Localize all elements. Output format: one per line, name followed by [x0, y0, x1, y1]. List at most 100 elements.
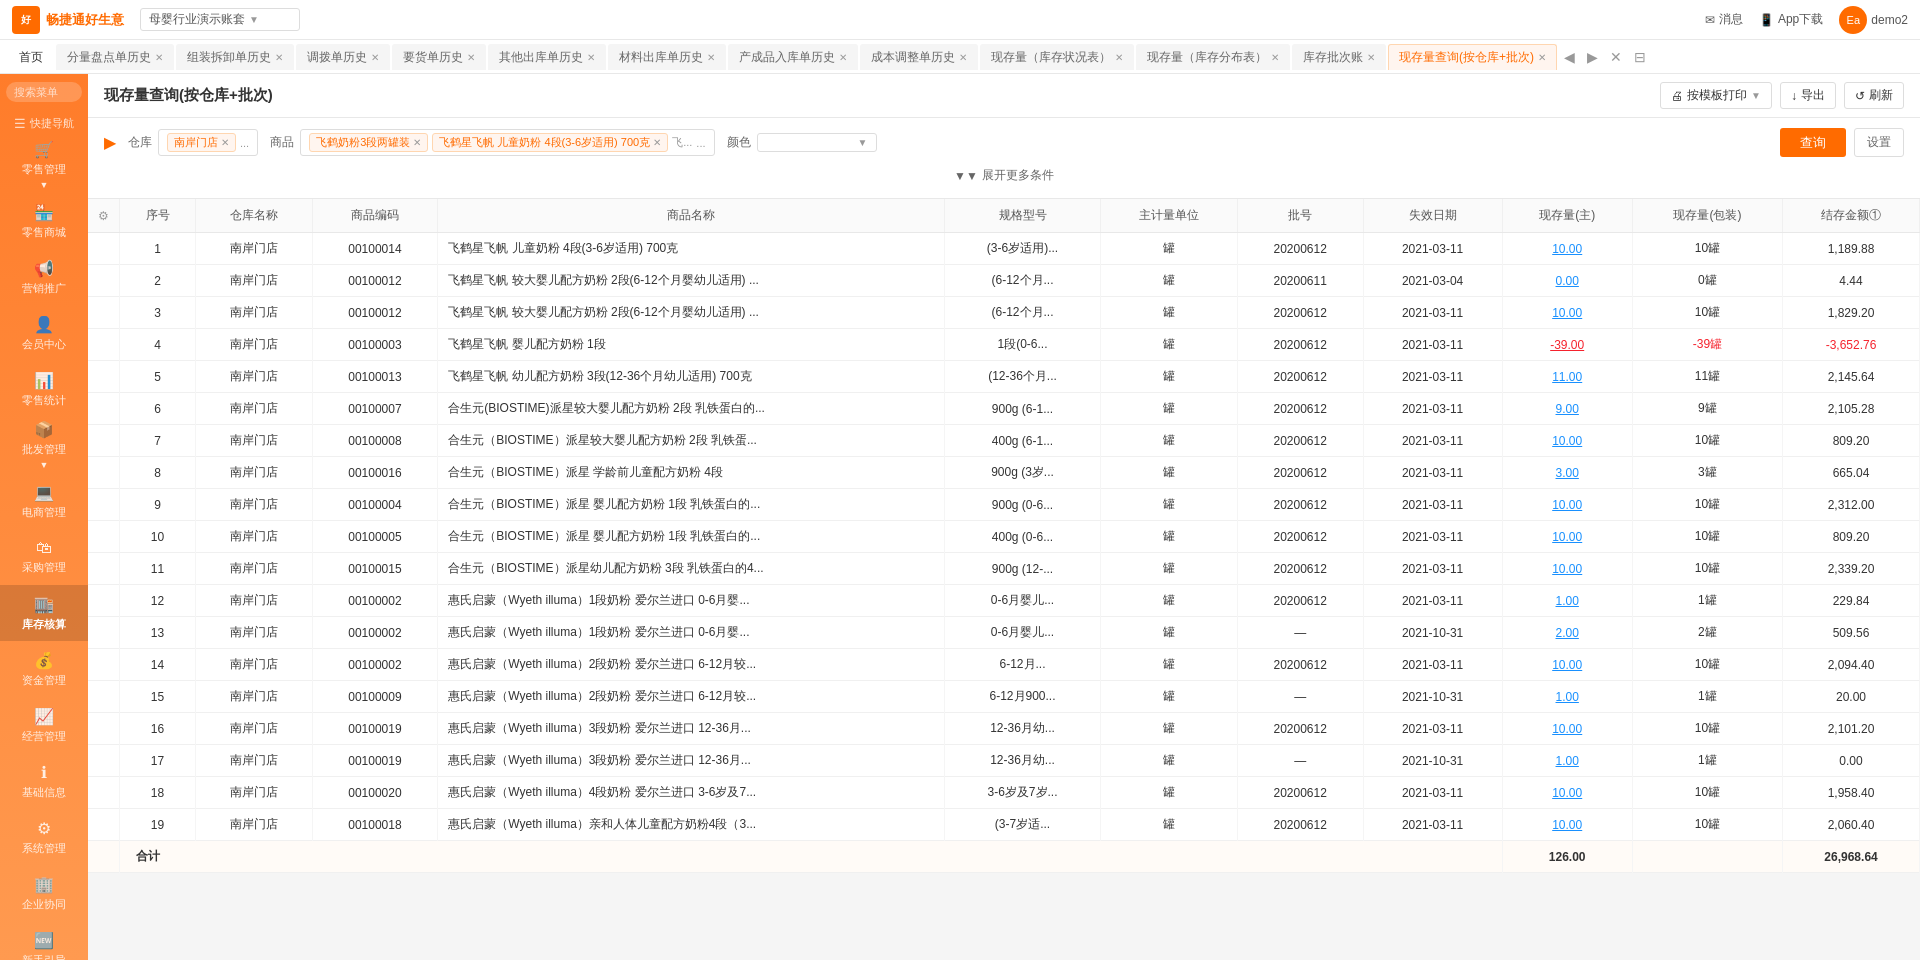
- cell-warehouse: 南岸门店: [196, 745, 313, 777]
- sidebar-item-ecommerce[interactable]: 💻 电商管理: [0, 473, 88, 529]
- export-btn[interactable]: ↓ 导出: [1780, 82, 1836, 109]
- cell-stock-main[interactable]: 10.00: [1502, 553, 1632, 585]
- cell-batch-no: —: [1237, 681, 1363, 713]
- tab-close-transfer[interactable]: ✕: [371, 52, 379, 63]
- sidebar-item-member-center[interactable]: 👤 会员中心: [0, 305, 88, 361]
- tab-split-inventory[interactable]: 分量盘点单历史 ✕: [56, 44, 174, 70]
- cell-stock-main[interactable]: 10.00: [1502, 425, 1632, 457]
- set-button[interactable]: 设置: [1854, 128, 1904, 157]
- cell-spec-type: 900g (12-...: [945, 553, 1101, 585]
- tab-close-material-out[interactable]: ✕: [707, 52, 715, 63]
- tab-close-require[interactable]: ✕: [467, 52, 475, 63]
- sidebar-item-marketing[interactable]: 📢 营销推广: [0, 249, 88, 305]
- tab-other-out[interactable]: 其他出库单历史 ✕: [488, 44, 606, 70]
- tab-disassembly[interactable]: 组装拆卸单历史 ✕: [176, 44, 294, 70]
- table-scroll[interactable]: ⚙ 序号 仓库名称 商品编码 商品名称 规格型号 主计量单位 批号 失效日期 现…: [88, 199, 1920, 960]
- quick-nav-btn[interactable]: ☰ 快捷导航: [0, 110, 88, 137]
- sidebar-item-inventory[interactable]: 🏬 库存核算: [0, 585, 88, 641]
- tab-prev-btn[interactable]: ◀: [1559, 47, 1580, 67]
- col-product-name: 商品名称: [438, 199, 945, 233]
- tab-menu-btn[interactable]: ⊟: [1629, 47, 1651, 67]
- warehouse-tag-close[interactable]: ✕: [221, 137, 229, 148]
- tab-transfer[interactable]: 调拨单历史 ✕: [296, 44, 390, 70]
- summary-settings: [88, 841, 120, 873]
- sidebar-item-purchase-mgmt[interactable]: 🛍 采购管理: [0, 529, 88, 585]
- cell-stock-main[interactable]: 10.00: [1502, 233, 1632, 265]
- sidebar-item-wholesale-mgmt[interactable]: 📦 批发管理 ▼: [0, 417, 88, 473]
- table-row: 7 南岸门店 00100008 合生元（BIOSTIME）派星较大婴儿配方奶粉 …: [88, 425, 1920, 457]
- cell-warehouse: 南岸门店: [196, 521, 313, 553]
- cell-stock-main[interactable]: 10.00: [1502, 521, 1632, 553]
- user-avatar[interactable]: Ea demo2: [1839, 6, 1908, 34]
- cell-stock-main[interactable]: 10.00: [1502, 297, 1632, 329]
- sidebar-item-finance[interactable]: 💰 资金管理: [0, 641, 88, 697]
- tab-home[interactable]: 首页: [8, 44, 54, 70]
- sidebar-item-operations[interactable]: 📈 经营管理: [0, 697, 88, 753]
- tab-close-batch[interactable]: ✕: [1367, 52, 1375, 63]
- message-btn[interactable]: ✉ 消息: [1705, 11, 1743, 28]
- sidebar-item-enterprise[interactable]: 🏢 企业协同: [0, 865, 88, 921]
- cell-stock-main[interactable]: 1.00: [1502, 585, 1632, 617]
- query-button[interactable]: 查询: [1780, 128, 1846, 157]
- cell-batch-no: 20200612: [1237, 425, 1363, 457]
- tab-close-other-out[interactable]: ✕: [587, 52, 595, 63]
- sidebar-item-basic-info[interactable]: ℹ 基础信息: [0, 753, 88, 809]
- app-download-btn[interactable]: 📱 App下载: [1759, 11, 1823, 28]
- tab-close-cost-adjust[interactable]: ✕: [959, 52, 967, 63]
- cell-stock-main[interactable]: 1.00: [1502, 681, 1632, 713]
- refresh-btn[interactable]: ↺ 刷新: [1844, 82, 1904, 109]
- cell-stock-main[interactable]: 10.00: [1502, 777, 1632, 809]
- product-tag-2-close[interactable]: ✕: [653, 137, 661, 148]
- cell-stock-main[interactable]: 3.00: [1502, 457, 1632, 489]
- product-tag-1-close[interactable]: ✕: [413, 137, 421, 148]
- retail-shop-icon: 🏪: [34, 203, 54, 222]
- product-input[interactable]: 飞鹤奶粉3段两罐装 ✕ 飞鹤星飞帆 儿童奶粉 4段(3-6岁适用) 700克 ✕…: [300, 129, 714, 156]
- sidebar-item-new-guide[interactable]: 🆕 新手引导: [0, 921, 88, 960]
- tab-close-stock-dist[interactable]: ✕: [1271, 52, 1279, 63]
- col-warehouse: 仓库名称: [196, 199, 313, 233]
- tab-current-stock[interactable]: 现存量查询(按仓库+批次) ✕: [1388, 44, 1557, 70]
- cell-stock-main[interactable]: 10.00: [1502, 649, 1632, 681]
- org-selector[interactable]: 母婴行业演示账套 ▼: [140, 8, 300, 31]
- cell-stock-main[interactable]: 10.00: [1502, 809, 1632, 841]
- sidebar-item-retail-mgmt[interactable]: 🛒 零售管理 ▼: [0, 137, 88, 193]
- tab-close-split[interactable]: ✕: [155, 52, 163, 63]
- sidebar-item-retail-stats[interactable]: 📊 零售统计: [0, 361, 88, 417]
- cell-stock-main[interactable]: 10.00: [1502, 713, 1632, 745]
- warehouse-input[interactable]: 南岸门店 ✕ ...: [158, 129, 258, 156]
- expand-conditions-btn[interactable]: ▼▼ 展开更多条件: [950, 163, 1058, 188]
- tab-close-product-in[interactable]: ✕: [839, 52, 847, 63]
- tab-close-stock-status[interactable]: ✕: [1115, 52, 1123, 63]
- cell-stock-main[interactable]: 11.00: [1502, 361, 1632, 393]
- sidebar-item-system-mgmt[interactable]: ⚙ 系统管理: [0, 809, 88, 865]
- print-btn[interactable]: 🖨 按模板打印 ▼: [1660, 82, 1772, 109]
- color-input[interactable]: ▼: [757, 133, 877, 152]
- cell-stock-main[interactable]: 1.00: [1502, 745, 1632, 777]
- cell-batch-no: 20200612: [1237, 777, 1363, 809]
- cell-settings: [88, 425, 120, 457]
- tab-close-all-btn[interactable]: ✕: [1605, 47, 1627, 67]
- tab-stock-status[interactable]: 现存量（库存状况表） ✕: [980, 44, 1134, 70]
- cell-stock-main[interactable]: 10.00: [1502, 489, 1632, 521]
- tab-batch-voucher[interactable]: 库存批次账 ✕: [1292, 44, 1386, 70]
- tab-require[interactable]: 要货单历史 ✕: [392, 44, 486, 70]
- tab-close-disassembly[interactable]: ✕: [275, 52, 283, 63]
- sidebar-item-retail-shop[interactable]: 🏪 零售商城: [0, 193, 88, 249]
- cell-stock-main[interactable]: 2.00: [1502, 617, 1632, 649]
- cell-settings: [88, 521, 120, 553]
- tab-next-btn[interactable]: ▶: [1582, 47, 1603, 67]
- tab-close-current[interactable]: ✕: [1538, 52, 1546, 63]
- search-input[interactable]: [6, 82, 82, 102]
- table-row: 13 南岸门店 00100002 惠氏启蒙（Wyeth illuma）1段奶粉 …: [88, 617, 1920, 649]
- expand-toggle-icon[interactable]: ▶: [104, 133, 116, 152]
- cell-stock-main[interactable]: 9.00: [1502, 393, 1632, 425]
- tab-stock-dist[interactable]: 现存量（库存分布表） ✕: [1136, 44, 1290, 70]
- cell-stock-main[interactable]: -39.00: [1502, 329, 1632, 361]
- cell-stock-main[interactable]: 0.00: [1502, 265, 1632, 297]
- cell-no: 1: [120, 233, 196, 265]
- tab-cost-adjust[interactable]: 成本调整单历史 ✕: [860, 44, 978, 70]
- cell-balance: 1,829.20: [1783, 297, 1920, 329]
- tab-material-out[interactable]: 材料出库单历史 ✕: [608, 44, 726, 70]
- col-settings[interactable]: ⚙: [88, 199, 120, 233]
- tab-product-in[interactable]: 产成品入库单历史 ✕: [728, 44, 858, 70]
